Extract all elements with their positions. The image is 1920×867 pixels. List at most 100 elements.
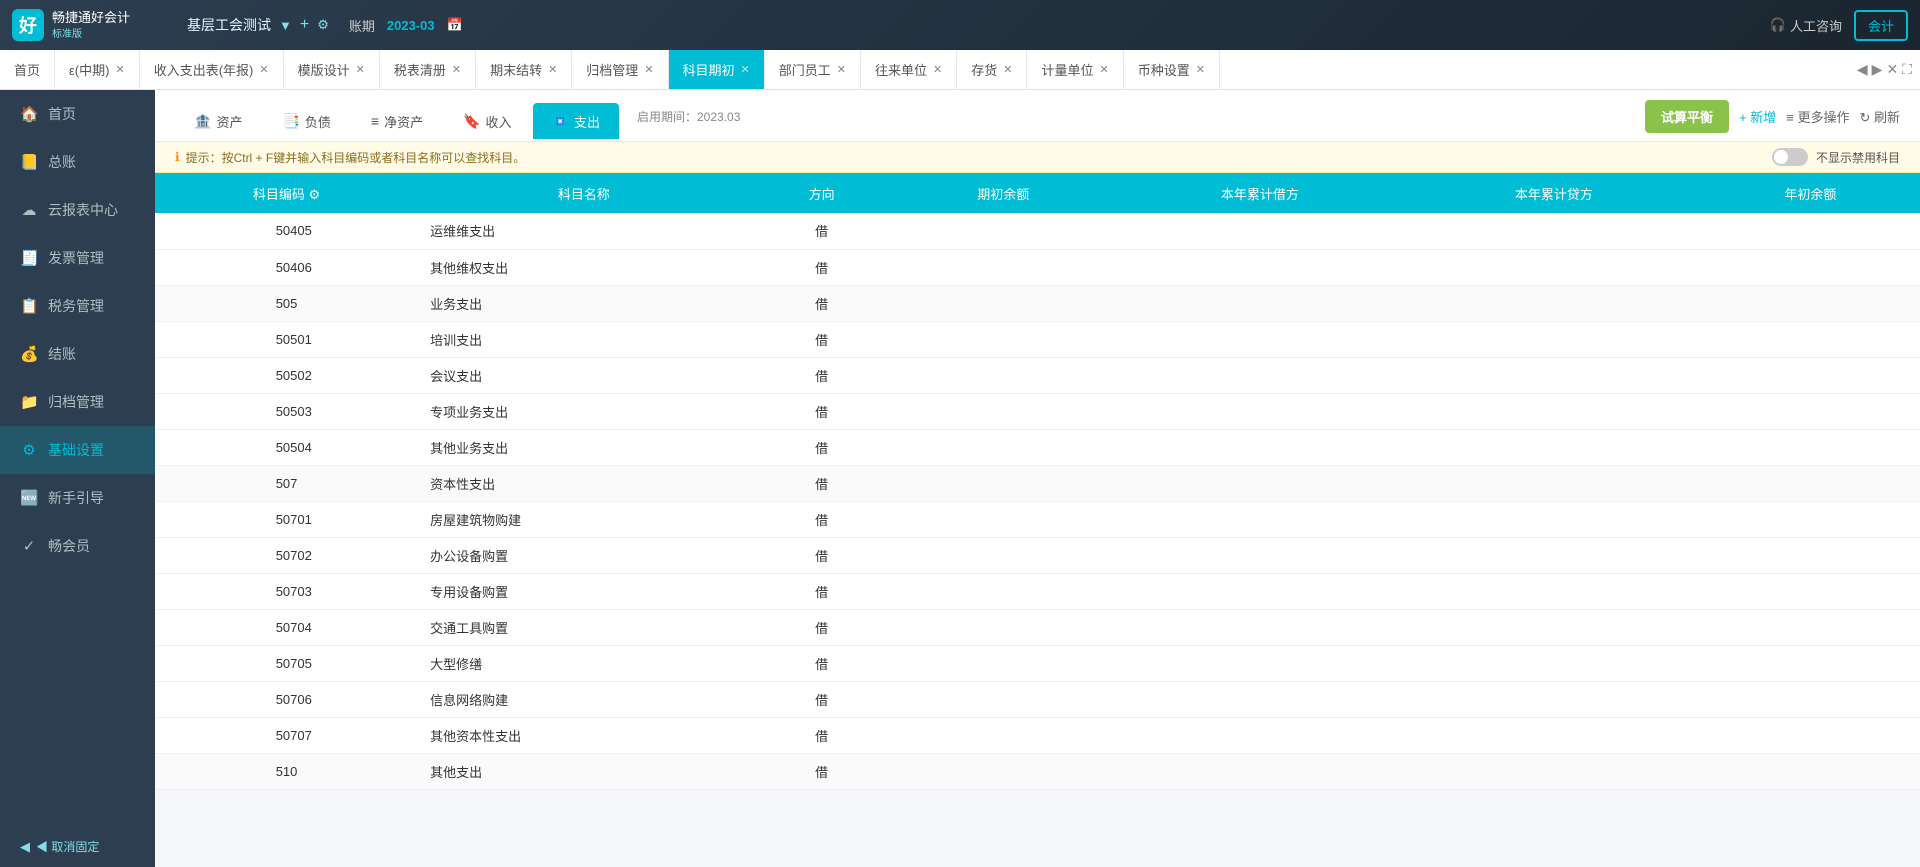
sidebar-item-member[interactable]: ✓ 畅会员 (0, 522, 155, 570)
hint-bar: ℹ 提示：按Ctrl + F键并输入科目编码或者科目名称可以查找科目。 不显示禁… (155, 142, 1920, 173)
cell-code: 505 (155, 285, 418, 321)
disable-toggle[interactable] (1772, 148, 1808, 166)
tab-close-icon[interactable]: ✕ (1099, 63, 1108, 76)
tab-close-icon[interactable]: ✕ (933, 63, 942, 76)
table-row[interactable]: 507 资本性支出 借 (155, 465, 1920, 501)
settings-icon[interactable]: ⚙ (317, 17, 329, 33)
table-row[interactable]: 50701 房屋建筑物购建 借 (155, 501, 1920, 537)
table-row[interactable]: 50702 办公设备购置 借 (155, 537, 1920, 573)
cell-name: 专用设备购置 (418, 573, 749, 609)
tab-close-icon[interactable]: ✕ (741, 63, 750, 76)
tab-close-icon[interactable]: ✕ (1003, 63, 1012, 76)
column-settings-icon[interactable]: ⚙ (309, 187, 321, 202)
tab-close-all-btn[interactable]: ✕ (1886, 61, 1898, 78)
tab-close-icon[interactable]: ✕ (259, 63, 268, 76)
cell-initial-balance (894, 753, 1113, 789)
dropdown-icon[interactable]: ▼ (279, 18, 292, 33)
tab-expand-btn[interactable]: ⛶ (1902, 61, 1912, 78)
tab-subject-initial[interactable]: 科目期初 ✕ (669, 50, 765, 89)
tab-home[interactable]: 首页 (0, 50, 55, 89)
sidebar-item-tax[interactable]: 📋 税务管理 (0, 282, 155, 330)
balance-button[interactable]: 试算平衡 (1645, 100, 1729, 133)
tab-close-icon[interactable]: ✕ (115, 63, 124, 76)
sidebar-collapse-btn[interactable]: ◀ ◀ 取消固定 (0, 826, 155, 867)
cell-code: 50706 (155, 681, 418, 717)
tab-tax-table[interactable]: 税表清册 ✕ (380, 50, 476, 89)
archive-icon: 📁 (20, 393, 38, 411)
sidebar-item-archive[interactable]: 📁 归档管理 (0, 378, 155, 426)
tab-measure-unit[interactable]: 计量单位 ✕ (1027, 50, 1123, 89)
table-row[interactable]: 50406 其他维权支出 借 (155, 249, 1920, 285)
tab-archive[interactable]: 归档管理 ✕ (572, 50, 668, 89)
cell-ytd-debit (1113, 753, 1407, 789)
table-row[interactable]: 50504 其他业务支出 借 (155, 429, 1920, 465)
add-button[interactable]: + 新增 (1739, 107, 1776, 126)
cat-tab-asset[interactable]: 🏦 资产 (175, 103, 261, 139)
cell-code: 50704 (155, 609, 418, 645)
cat-tab-income[interactable]: 🔖 收入 (444, 103, 530, 139)
tab-close-icon[interactable]: ✕ (548, 63, 557, 76)
calendar-icon[interactable]: 📅 (447, 17, 463, 33)
cell-direction: 借 (750, 249, 894, 285)
tab-close-icon[interactable]: ✕ (452, 63, 461, 76)
cell-ytd-credit (1407, 537, 1701, 573)
tab-bar: 首页 ε(中期) ✕ 收入支出表(年报) ✕ 模版设计 ✕ 税表清册 ✕ 期末结… (0, 50, 1920, 90)
tab-prev-btn[interactable]: ◀ (1857, 61, 1868, 78)
guide-icon: 🆕 (20, 489, 38, 507)
table-row[interactable]: 50703 专用设备购置 借 (155, 573, 1920, 609)
table-row[interactable]: 50502 会议支出 借 (155, 357, 1920, 393)
category-tabs: 🏦 资产 📑 负债 ≡ 净资产 🔖 收入 💠 支出 启用期间：2023.03 试 (155, 90, 1920, 142)
table-row[interactable]: 50707 其他资本性支出 借 (155, 717, 1920, 753)
table-container: 科目编码 ⚙ 科目名称 方向 期初余额 本年累计借方 本年累计贷方 年初余额 5… (155, 173, 1920, 867)
tab-department[interactable]: 部门员工 ✕ (765, 50, 861, 89)
table-row[interactable]: 505 业务支出 借 (155, 285, 1920, 321)
table-row[interactable]: 50705 大型修缮 借 (155, 645, 1920, 681)
table-row[interactable]: 50405 运维维支出 借 (155, 213, 1920, 249)
cell-direction: 借 (750, 681, 894, 717)
tab-close-icon[interactable]: ✕ (1196, 63, 1205, 76)
cat-tab-liability[interactable]: 📑 负债 (263, 103, 349, 139)
period-value: 2023-03 (387, 18, 435, 33)
cell-year-initial (1701, 249, 1920, 285)
table-row[interactable]: 50706 信息网络购建 借 (155, 681, 1920, 717)
add-company-btn[interactable]: + (300, 16, 309, 34)
cell-direction: 借 (750, 717, 894, 753)
tab-mid-period[interactable]: ε(中期) ✕ (55, 50, 140, 89)
table-row[interactable]: 50704 交通工具购置 借 (155, 609, 1920, 645)
sidebar-item-settings[interactable]: ⚙ 基础设置 (0, 426, 155, 474)
tab-period-end[interactable]: 期末结转 ✕ (476, 50, 572, 89)
more-button[interactable]: ≡ 更多操作 (1786, 107, 1849, 126)
tab-next-btn[interactable]: ▶ (1872, 61, 1883, 78)
cell-code: 50405 (155, 213, 418, 249)
net-asset-icon: ≡ (371, 113, 379, 129)
table-row[interactable]: 50503 专项业务支出 借 (155, 393, 1920, 429)
cat-tab-expense[interactable]: 💠 支出 (533, 103, 619, 139)
period-label: 账期 (349, 16, 375, 35)
tab-close-icon[interactable]: ✕ (356, 63, 365, 76)
sidebar-item-reports[interactable]: ☁ 云报表中心 (0, 186, 155, 234)
cat-tab-net-asset[interactable]: ≡ 净资产 (352, 103, 442, 139)
consult-button[interactable]: 🎧 人工咨询 (1770, 16, 1842, 35)
tab-template[interactable]: 模版设计 ✕ (284, 50, 380, 89)
sidebar-item-ledger[interactable]: 📒 总账 (0, 138, 155, 186)
tab-close-icon[interactable]: ✕ (837, 63, 846, 76)
sidebar-item-invoice[interactable]: 🧾 发票管理 (0, 234, 155, 282)
table-row[interactable]: 510 其他支出 借 (155, 753, 1920, 789)
cell-code: 50707 (155, 717, 418, 753)
tab-related-unit[interactable]: 往来单位 ✕ (861, 50, 957, 89)
sidebar-item-guide[interactable]: 🆕 新手引导 (0, 474, 155, 522)
tab-inventory[interactable]: 存货 ✕ (957, 50, 1027, 89)
cell-direction: 借 (750, 465, 894, 501)
cell-direction: 借 (750, 321, 894, 357)
tab-currency[interactable]: 币种设置 ✕ (1124, 50, 1220, 89)
tab-income-annual[interactable]: 收入支出表(年报) ✕ (140, 50, 284, 89)
account-button[interactable]: 会计 (1854, 10, 1908, 41)
sidebar-item-settle[interactable]: 💰 结账 (0, 330, 155, 378)
table-row[interactable]: 50501 培训支出 借 (155, 321, 1920, 357)
cell-ytd-credit (1407, 681, 1701, 717)
tab-close-icon[interactable]: ✕ (644, 63, 653, 76)
refresh-button[interactable]: ↻ 刷新 (1859, 107, 1900, 126)
cell-name: 资本性支出 (418, 465, 749, 501)
sidebar-item-home[interactable]: 🏠 首页 (0, 90, 155, 138)
headset-icon: 🎧 (1770, 17, 1786, 33)
